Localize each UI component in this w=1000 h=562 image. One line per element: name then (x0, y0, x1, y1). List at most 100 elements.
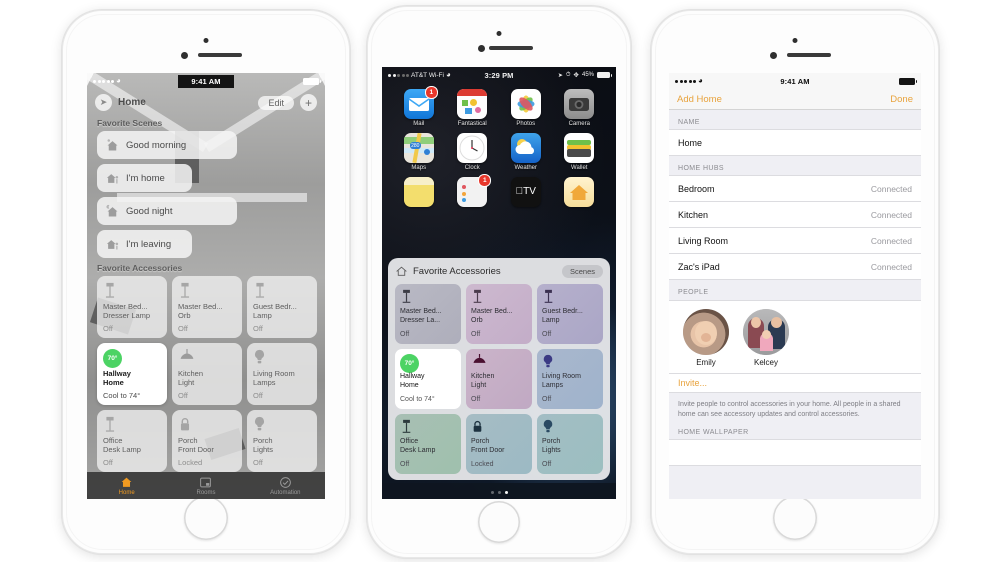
widget-tile-grid: Master Bed... Dresser La... Off Master B… (395, 284, 603, 474)
house-moon-icon (106, 204, 118, 216)
accessory-tile-thermostat[interactable]: 70° Hallway Home Cool to 74° (97, 343, 167, 405)
widget-tile[interactable]: Living Room Lamps Off (537, 349, 603, 409)
app-wallet[interactable]: Wallet (564, 133, 595, 171)
signal-dots-icon (388, 73, 409, 77)
badge-count: 1 (478, 174, 492, 187)
hub-name: Living Room (678, 235, 729, 246)
widget-tile[interactable]: Master Bed... Orb Off (466, 284, 532, 344)
wallet-icon (564, 133, 595, 163)
person-item[interactable]: Kelcey (743, 309, 789, 367)
app-appletv[interactable]: TV (510, 177, 541, 209)
widget-tile[interactable]: Office Desk Lamp Off (395, 414, 461, 474)
floor-lamp-icon (542, 289, 598, 308)
bulb-icon (542, 419, 598, 438)
avatar (743, 309, 789, 355)
widget-tile-room: Hallway (400, 373, 425, 380)
app-label: Camera (568, 121, 590, 127)
scene-im-leaving[interactable]: I'm leaving (97, 230, 192, 258)
widget-tile-name: Lamps (542, 381, 564, 389)
scene-label: I'm home (126, 172, 165, 184)
table-row[interactable]: Bedroom Connected (669, 175, 921, 202)
proximity-sensor-icon (181, 52, 188, 59)
tab-label: Home (118, 489, 135, 496)
tab-automation[interactable]: Automation (246, 472, 325, 499)
app-home[interactable] (564, 177, 595, 209)
widget-tile-room: Porch (471, 438, 490, 445)
accessory-room: Office (103, 436, 123, 445)
add-button[interactable]: + (300, 94, 317, 111)
location-arrow-icon: ➤ (557, 72, 563, 79)
widget-tile-room: Office (400, 438, 419, 445)
battery-percent-label: 45% (581, 72, 594, 78)
scenes-toggle-button[interactable]: Scenes (561, 265, 603, 278)
accessory-tile[interactable]: Office Desk Lamp Off (97, 410, 167, 472)
earpiece-speaker (489, 46, 533, 50)
tab-rooms[interactable]: Rooms (166, 472, 245, 499)
app-camera[interactable]: Camera (564, 89, 595, 127)
table-row[interactable]: Zac's iPad Connected (669, 253, 921, 280)
accessory-room: Living Room (253, 369, 295, 378)
widget-tile-name: Front Door (471, 446, 505, 454)
accessory-room: Master Bed... (103, 302, 148, 311)
tab-label: Rooms (196, 489, 216, 496)
accessory-name: Desk Lamp (103, 445, 141, 455)
scene-im-home[interactable]: I'm home (97, 164, 192, 192)
app-fantastical[interactable]: Fantastical (457, 89, 488, 127)
app-label: Fantastical (457, 121, 487, 127)
widget-tile-name: Dresser La... (400, 316, 441, 324)
signal-dots-icon (93, 79, 114, 83)
done-button[interactable]: Done (890, 94, 913, 105)
app-notes[interactable] (403, 177, 434, 209)
home-wallpaper-row[interactable] (669, 439, 921, 467)
home-button[interactable] (773, 496, 817, 540)
camera-icon (496, 31, 502, 36)
wifi-icon: ◕ (445, 70, 451, 79)
photos-icon (510, 89, 541, 119)
accessory-tile-lock[interactable]: Porch Front Door Locked (172, 410, 242, 472)
page-indicator-dots[interactable] (382, 491, 616, 494)
app-reminders[interactable]: 1 (457, 174, 492, 209)
table-row[interactable]: Living Room Connected (669, 227, 921, 254)
app-photos[interactable]: Photos (510, 89, 541, 127)
floor-lamp-icon (103, 416, 161, 436)
home-name-field[interactable]: Home (669, 129, 921, 156)
edit-button[interactable]: Edit (258, 95, 294, 110)
scene-good-morning[interactable]: Good morning (97, 131, 237, 159)
widget-tile[interactable]: Guest Bedr... Lamp Off (537, 284, 603, 344)
favorite-scenes-list: Good morning I'm home Good night I'm lea… (87, 131, 325, 258)
widget-tile-thermostat[interactable]: 70° Hallway Home Cool to 74° (395, 349, 461, 409)
phone1-nav-bar: ➤ Home Edit + (87, 89, 325, 113)
clock-icon (457, 133, 488, 163)
phone3-screen: ◕ 9:41 AM Add Home Done NAME Home HOME H… (669, 73, 921, 499)
accessory-tile[interactable]: Master Bed... Orb Off (172, 276, 242, 338)
widget-tile[interactable]: Kitchen Light Off (466, 349, 532, 409)
table-row[interactable]: Kitchen Connected (669, 201, 921, 228)
tab-home[interactable]: Home (87, 472, 166, 499)
proximity-sensor-icon (770, 52, 777, 59)
app-mail[interactable]: 1 Mail (403, 86, 438, 127)
widget-tile-lock[interactable]: Porch Front Door Locked (466, 414, 532, 474)
accessory-tile[interactable]: Porch Lights Off (247, 410, 317, 472)
page-title: Add Home (677, 93, 722, 105)
invite-button[interactable]: Invite... (669, 374, 921, 393)
hub-name: Bedroom (678, 183, 715, 194)
app-weather[interactable]: Weather (510, 133, 541, 171)
hub-status: Connected (870, 261, 912, 272)
home-button[interactable] (184, 496, 228, 540)
app-clock[interactable]: Clock (457, 133, 488, 171)
hub-name: Zac's iPad (678, 261, 720, 272)
battery-icon (597, 72, 612, 78)
widget-tile[interactable]: Porch Lights Off (537, 414, 603, 474)
accessory-tile[interactable]: Guest Bedr... Lamp Off (247, 276, 317, 338)
home-button[interactable] (478, 501, 520, 543)
widget-tile-status: Off (471, 396, 481, 404)
person-item[interactable]: Emily (683, 309, 729, 367)
battery-full-icon (303, 77, 321, 85)
app-maps[interactable]: 280 Maps (403, 133, 434, 171)
accessory-tile[interactable]: Kitchen Light Off (172, 343, 242, 405)
scene-good-night[interactable]: Good night (97, 197, 237, 225)
accessory-tile[interactable]: Living Room Lamps Off (247, 343, 317, 405)
widget-tile[interactable]: Master Bed... Dresser La... Off (395, 284, 461, 344)
location-arrow-icon[interactable]: ➤ (95, 94, 112, 111)
accessory-tile[interactable]: Master Bed... Dresser Lamp Off (97, 276, 167, 338)
